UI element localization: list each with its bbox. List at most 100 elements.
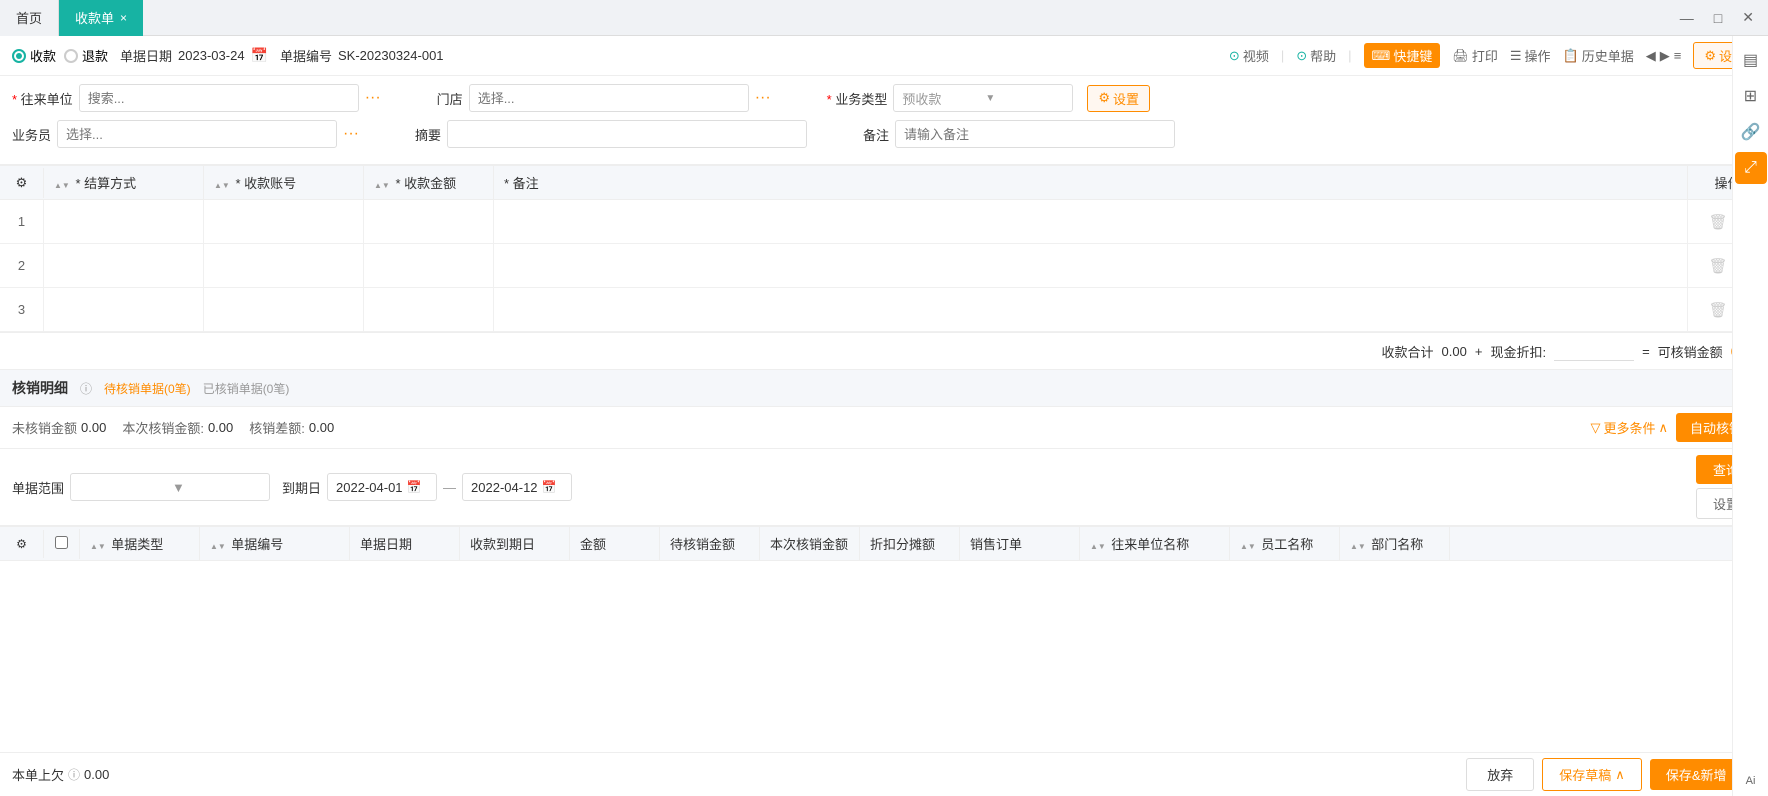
sidebar-icon-2[interactable]: ⊞ — [1735, 80, 1767, 112]
discount-input[interactable] — [1554, 341, 1634, 361]
range-select[interactable]: ▼ — [70, 473, 270, 501]
payment-type-group: 收款 退款 — [12, 46, 108, 65]
account-sort-icon: ▲▼ — [214, 182, 230, 190]
list-icon[interactable]: ≡ — [1674, 48, 1682, 63]
remark-input-1[interactable] — [504, 204, 1677, 239]
radio-refund-dot — [64, 49, 78, 63]
tab-close-icon[interactable]: × — [120, 11, 127, 25]
td-settle-2[interactable] — [44, 244, 204, 287]
amount-input-1[interactable] — [374, 204, 483, 239]
summary-row: 收款合计 0.00 + 现金折扣: = 可核销金额 0.00 — [0, 333, 1768, 370]
settle-input-2[interactable] — [54, 248, 193, 283]
amount-input-3[interactable] — [374, 292, 483, 327]
range-field: 单据范围 ▼ — [12, 473, 270, 501]
td-amount-1[interactable] — [364, 200, 494, 243]
td-amount-2[interactable] — [364, 244, 494, 287]
date-label: 单据日期 — [120, 46, 172, 65]
bottom-info-icon[interactable]: ⓘ — [68, 766, 80, 783]
discard-btn[interactable]: 放弃 — [1466, 758, 1534, 791]
remark-input-2[interactable] — [504, 248, 1677, 283]
staff-input[interactable] — [57, 120, 337, 148]
sub-th-discount: 折扣分摊额 — [860, 527, 960, 560]
divider2: | — [1348, 48, 1351, 63]
summary-input[interactable] — [447, 120, 807, 148]
range-label: 单据范围 — [12, 478, 64, 497]
save-draft-btn[interactable]: 保存草稿 ∧ — [1542, 758, 1642, 791]
staff-more-btn[interactable]: ··· — [343, 125, 359, 143]
diff-stat: 核销差额: 0.00 — [249, 418, 334, 437]
store-label: 门店 — [437, 89, 463, 108]
td-row-num-3: 3 — [0, 288, 44, 331]
td-settle-3[interactable] — [44, 288, 204, 331]
bottom-actions: 放弃 保存草稿 ∧ 保存&新增 ∧ — [1466, 758, 1756, 791]
settle-input-1[interactable] — [54, 204, 193, 239]
th-gear[interactable]: ⚙ — [0, 168, 44, 198]
sidebar-icon-3[interactable]: 🔗 — [1735, 116, 1767, 148]
td-account-3[interactable] — [204, 288, 364, 331]
sub-select-all[interactable] — [55, 536, 68, 549]
next-icon[interactable]: ▶ — [1660, 48, 1670, 64]
bottom-info-label: 本单上欠 — [12, 765, 64, 784]
td-account-1[interactable] — [204, 200, 364, 243]
remark-input[interactable] — [895, 120, 1175, 148]
video-label: 视频 — [1243, 46, 1269, 65]
shortcut-btn[interactable]: ⌨ 快捷键 — [1364, 43, 1441, 68]
history-btn[interactable]: 📋 历史单据 — [1563, 46, 1634, 65]
store-more-btn[interactable]: ··· — [755, 89, 771, 107]
available-label: 可核销金额 — [1658, 342, 1723, 361]
main-content: 收款 退款 单据日期 2023-03-24 📅 单据编号 SK-20230324… — [0, 36, 1768, 796]
radio-receive[interactable]: 收款 — [12, 46, 56, 65]
due-start-input[interactable]: 2022-04-01 📅 — [327, 473, 437, 501]
td-amount-3[interactable] — [364, 288, 494, 331]
partner-input[interactable] — [79, 84, 359, 112]
sidebar-icon-1[interactable]: ▤ — [1735, 44, 1767, 76]
account-input-3[interactable] — [214, 292, 353, 327]
video-btn[interactable]: ⊙ 视频 — [1229, 46, 1269, 65]
td-remark-1[interactable] — [494, 200, 1688, 243]
pending-tag[interactable]: 待核销单据(0笔) — [104, 380, 191, 397]
store-field: 门店 ··· — [437, 84, 771, 112]
settle-input-3[interactable] — [54, 292, 193, 327]
account-input-2[interactable] — [214, 248, 353, 283]
section-title: 核销明细 — [12, 378, 68, 398]
store-input[interactable] — [469, 84, 749, 112]
filter-row: 单据范围 ▼ 到期日 2022-04-01 📅 — 2022-04-12 📅 查… — [0, 449, 1768, 526]
help-label: 帮助 — [1310, 46, 1336, 65]
due-end-input[interactable]: 2022-04-12 📅 — [462, 473, 572, 501]
prev-icon[interactable]: ◀ — [1646, 48, 1656, 64]
delete-icon-2[interactable]: 🗑 — [1709, 257, 1728, 275]
partner-more-btn[interactable]: ··· — [365, 89, 381, 107]
delete-icon-1[interactable]: 🗑 — [1709, 213, 1728, 231]
tab-active[interactable]: 收款单 × — [59, 0, 143, 36]
minimize-button[interactable]: — — [1674, 8, 1700, 28]
biz-type-settings-btn[interactable]: ⚙ 设置 — [1087, 85, 1150, 112]
print-btn[interactable]: 🖨 打印 — [1452, 46, 1498, 65]
close-button[interactable]: ✕ — [1736, 7, 1760, 28]
this-stat: 本次核销金额: 0.00 — [122, 418, 233, 437]
delete-icon-3[interactable]: 🗑 — [1709, 301, 1728, 319]
tab-active-label: 收款单 — [75, 8, 114, 27]
table-header: ⚙ ▲▼ * 结算方式 ▲▼ * 收款账号 ▲▼ * 收款金额 * 备注 操作 — [0, 165, 1768, 200]
radio-refund[interactable]: 退款 — [64, 46, 108, 65]
done-tag[interactable]: 已核销单据(0笔) — [203, 380, 290, 397]
amount-input-2[interactable] — [374, 248, 483, 283]
td-row-num-2: 2 — [0, 244, 44, 287]
help-btn[interactable]: ⊙ 帮助 — [1296, 46, 1336, 65]
remark-input-3[interactable] — [504, 292, 1677, 327]
section-info-icon[interactable]: ⓘ — [80, 380, 92, 397]
td-remark-3[interactable] — [494, 288, 1688, 331]
plus-sign: + — [1475, 344, 1483, 359]
more-conditions-btn[interactable]: ▽ 更多条件 ∧ — [1590, 418, 1668, 437]
td-remark-2[interactable] — [494, 244, 1688, 287]
biz-type-select[interactable]: 预收款 ▼ — [893, 84, 1073, 112]
sub-th-gear[interactable]: ⚙ — [0, 530, 44, 558]
maximize-button[interactable]: □ — [1708, 8, 1728, 28]
date-icon[interactable]: 📅 — [251, 47, 268, 64]
td-account-2[interactable] — [204, 244, 364, 287]
sidebar-icon-4[interactable]: ⤢ — [1735, 152, 1767, 184]
td-settle-1[interactable] — [44, 200, 204, 243]
tab-home[interactable]: 首页 — [0, 0, 59, 36]
date-value: 2023-03-24 — [178, 48, 245, 63]
operations-btn[interactable]: ☰ 操作 — [1510, 46, 1551, 65]
account-input-1[interactable] — [214, 204, 353, 239]
